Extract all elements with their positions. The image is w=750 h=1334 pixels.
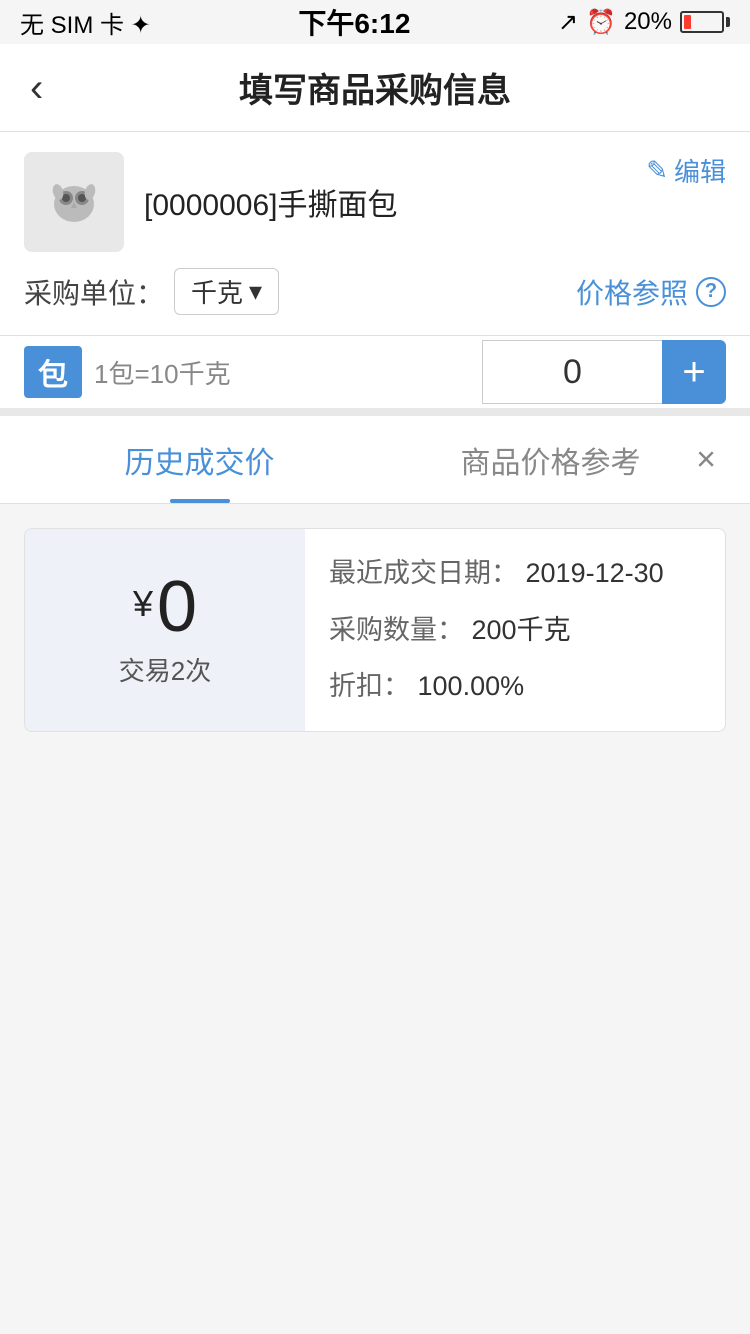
tabs-bar: 历史成交价 商品价格参考 × [0,416,750,504]
product-left: [0000006]手撕面包 [24,152,397,252]
deal-card-right: 最近成交日期： 2019-12-30 采购数量： 200千克 折扣： 100.0… [305,529,725,731]
deal-discount-value: 100.00% [418,671,525,701]
unit-label: 采购单位： 千克 ▾ [24,268,279,315]
deal-info-quantity: 采购数量： 200千克 [329,610,701,651]
unit-value: 千克 [191,273,243,310]
product-unit-row: 采购单位： 千克 ▾ 价格参照 ? [24,268,726,315]
deal-count: 交易2次 [119,651,211,688]
unit-label-text: 采购单位： [24,272,164,312]
deal-info-date: 最近成交日期： 2019-12-30 [329,553,701,594]
status-bar: 无 SIM 卡 ✦ 下午6:12 ↗ ⏰ 20% [0,0,750,44]
deal-price-symbol: ¥ [133,583,153,625]
deal-date-label: 最近成交日期： [329,558,518,588]
back-button[interactable]: ‹ [20,58,53,118]
deal-qty-label: 采购数量： [329,615,464,645]
tab-history-price[interactable]: 历史成交价 [24,416,375,503]
dropdown-arrow-icon: ▾ [249,276,262,307]
tab-active-underline [170,499,230,503]
content-area: ¥ 0 交易2次 最近成交日期： 2019-12-30 采购数量： 200千克 … [0,504,750,1104]
tab-price-ref-label: 商品价格参考 [461,438,641,482]
deal-discount-label: 折扣： [329,671,410,701]
status-right: ↗ ⏰ 20% [558,8,730,37]
tab-price-ref[interactable]: 商品价格参考 [375,416,726,503]
price-reference-button[interactable]: 价格参照 ? [576,272,726,312]
deal-card: ¥ 0 交易2次 最近成交日期： 2019-12-30 采购数量： 200千克 … [24,528,726,732]
edit-button[interactable]: ✎ 编辑 [646,152,726,189]
unit-select-dropdown[interactable]: 千克 ▾ [174,268,279,315]
deal-date-value: 2019-12-30 [526,558,664,588]
page-title: 填写商品采购信息 [239,63,511,112]
quantity-conversion: 1包=10千克 [94,354,231,391]
status-time: 下午6:12 [298,2,410,42]
product-top-row: [0000006]手撕面包 ✎ 编辑 [24,152,726,252]
owl-icon [24,152,124,252]
quantity-label: 包 1包=10千克 [24,346,231,398]
deal-price-value: 0 [157,571,197,643]
tab-close-button[interactable]: × [686,430,726,489]
battery-icon [680,11,730,33]
sim-label: 无 SIM 卡 ✦ [20,5,151,40]
alarm-icon: ⏰ [586,8,616,37]
product-card: [0000006]手撕面包 ✎ 编辑 采购单位： 千克 ▾ 价格参照 ? [0,132,750,336]
product-name: [0000006]手撕面包 [144,180,397,224]
price-ref-label: 价格参照 [576,272,688,312]
location-icon: ↗ [558,8,578,37]
quantity-input[interactable] [482,340,662,404]
product-thumbnail [24,152,124,252]
tab-history-label: 历史成交价 [125,438,275,482]
edit-label: 编辑 [674,152,726,189]
edit-icon: ✎ [646,155,668,186]
deal-card-left: ¥ 0 交易2次 [25,529,305,731]
quantity-plus-button[interactable]: + [662,340,726,404]
battery-percent: 20% [624,8,672,36]
nav-bar: ‹ 填写商品采购信息 [0,44,750,132]
deal-qty-value: 200千克 [472,615,571,645]
quantity-controls: + [482,340,726,404]
deal-price: ¥ 0 [133,571,197,643]
info-icon: ? [696,277,726,307]
quantity-unit: 包 [24,346,82,398]
status-left: 无 SIM 卡 ✦ [20,5,151,40]
quantity-section: 包 1包=10千克 + [0,336,750,416]
deal-info-discount: 折扣： 100.00% [329,666,701,707]
